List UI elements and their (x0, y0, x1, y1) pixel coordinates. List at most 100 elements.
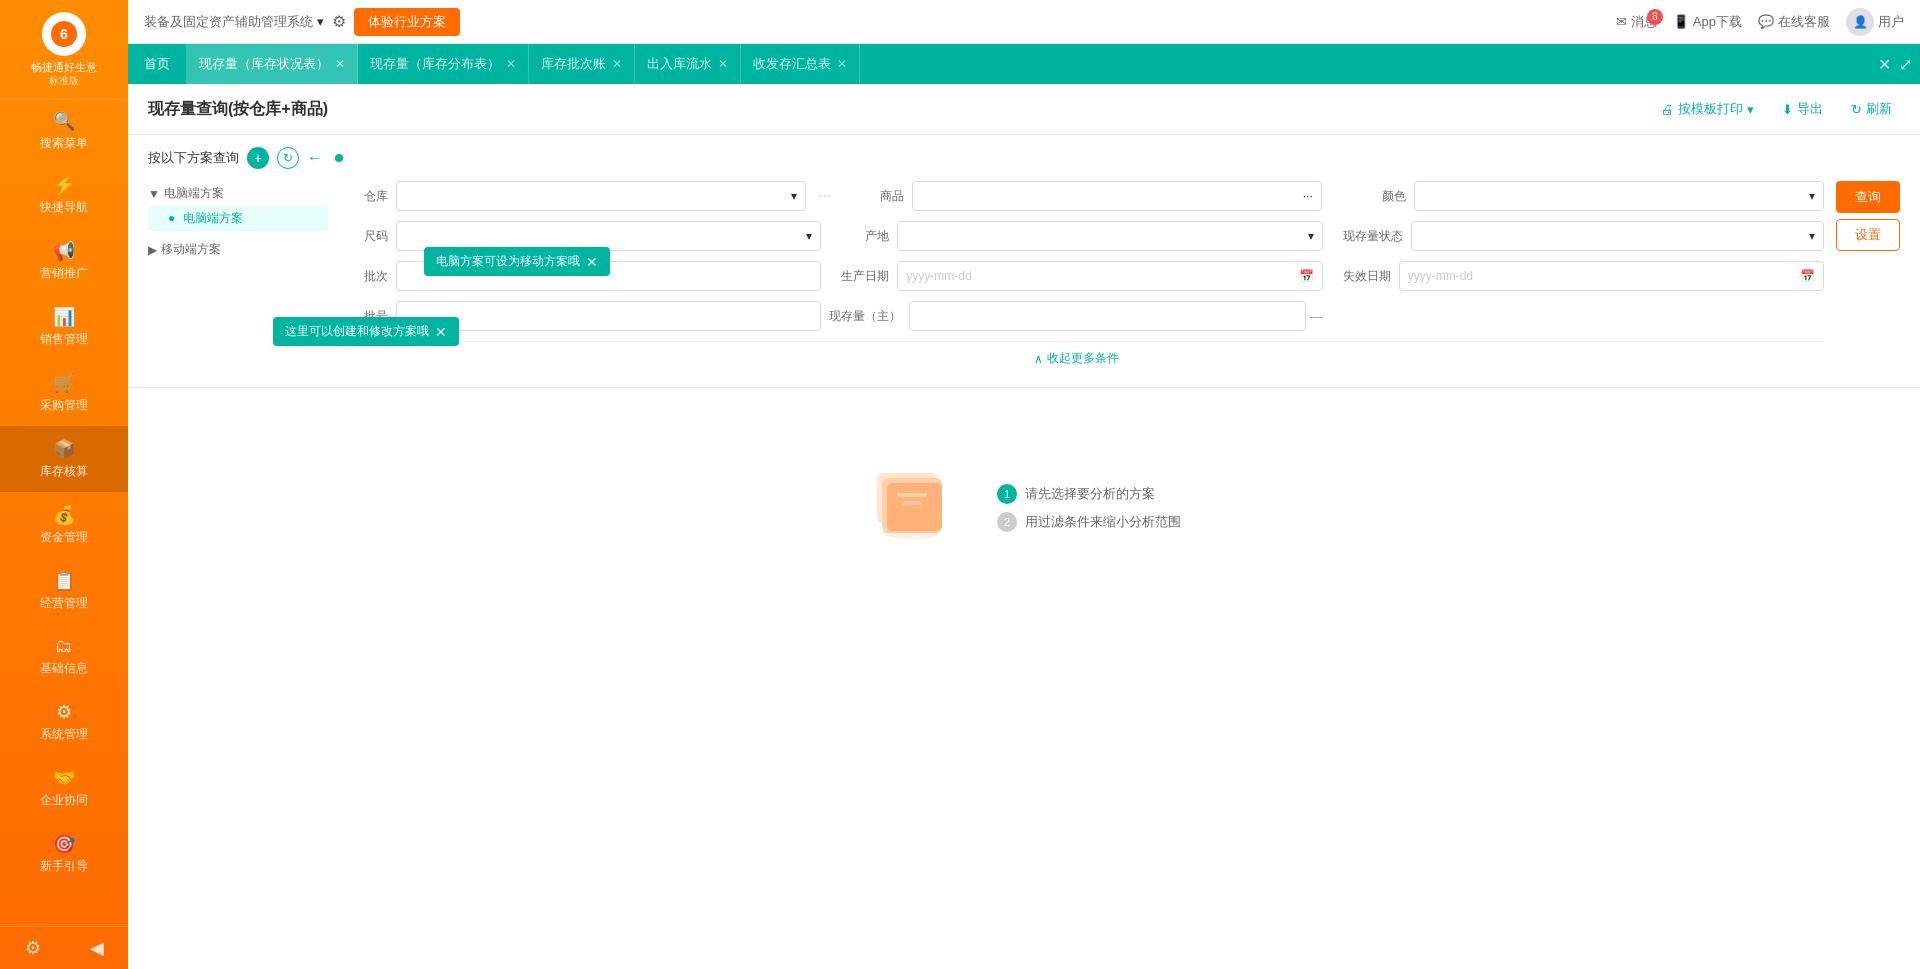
refresh-btn[interactable]: ↻ 刷新 (1843, 96, 1900, 122)
finance-icon: 💰 (53, 504, 75, 526)
settings-bottom-btn[interactable]: ⚙ (25, 937, 41, 959)
field-dots-1[interactable]: ··· (814, 187, 835, 205)
tab-close-inventory-status[interactable]: ✕ (335, 57, 345, 71)
header-settings-btn[interactable]: ⚙ (332, 12, 346, 31)
sidebar-item-search[interactable]: 🔍 搜索菜单 (0, 100, 128, 162)
origin-select[interactable]: ▾ (897, 221, 1322, 251)
page-header: 现存量查询(按仓库+商品) 🖨 按模板打印 ▾ ⬇ 导出 ↻ 刷新 (128, 84, 1920, 135)
scheme-panel: ▼ 电脑端方案 ● 电脑端方案 ▶ 移动端方案 (148, 181, 328, 268)
empty-steps: 1 请先选择要分析的方案 2 用过滤条件来缩小分析范围 (997, 484, 1181, 532)
message-badge: 8 (1647, 9, 1663, 25)
tooltip-create-close[interactable]: ✕ (435, 324, 447, 340)
app-download-btn[interactable]: 📱 App下载 (1673, 13, 1742, 31)
try-industry-btn[interactable]: 体验行业方案 (354, 8, 460, 36)
empty-step-1: 1 请先选择要分析的方案 (997, 484, 1181, 504)
svg-rect-6 (897, 493, 927, 497)
tab-inventory-dist[interactable]: 现存量（库存分布表） ✕ (358, 44, 529, 84)
tab-bar: 首页 现存量（库存状况表） ✕ 现存量（库存分布表） ✕ 库存批次账 ✕ 出入库… (128, 44, 1920, 84)
filter-row-stock-qty: 现存量（主） — (829, 301, 1322, 331)
tab-close-inventory-dist[interactable]: ✕ (506, 57, 516, 71)
filter-back-btn[interactable]: ← (307, 149, 323, 167)
filter-row-warehouse: 仓库 ▾ (328, 181, 806, 211)
tab-home[interactable]: 首页 (128, 44, 187, 84)
sidebar-item-system[interactable]: ⚙ 系统管理 (0, 689, 128, 755)
desktop-scheme-header[interactable]: ▼ 电脑端方案 (148, 181, 328, 206)
filter-add-scheme-btn[interactable]: + (247, 147, 269, 169)
sidebar-item-quick[interactable]: ⚡ 快捷导航 (0, 162, 128, 228)
calendar-icon2: 📅 (1800, 269, 1815, 283)
system-icon: ⚙ (56, 701, 72, 723)
tab-close-inout-flow[interactable]: ✕ (718, 57, 728, 71)
basic-icon: 🗂 (55, 636, 73, 657)
tab-bar-end: ✕ ⤢ (1870, 44, 1920, 84)
filter-row-goods: 商品 ··· (844, 181, 1322, 211)
quick-icon: ⚡ (53, 174, 75, 196)
desktop-scheme-item[interactable]: ● 电脑端方案 (148, 206, 328, 231)
tab-close-all-btn[interactable]: ✕ (1878, 55, 1891, 74)
app-icon: 📱 (1673, 14, 1689, 29)
tab-batch-account[interactable]: 库存批次账 ✕ (529, 44, 635, 84)
export-icon: ⬇ (1782, 102, 1793, 117)
user-menu[interactable]: 👤 用户 (1846, 8, 1904, 36)
tab-recv-summary[interactable]: 收发存汇总表 ✕ (741, 44, 860, 84)
reset-btn[interactable]: 设置 (1836, 219, 1900, 251)
search-icon: 🔍 (53, 110, 75, 132)
sidebar-item-basic[interactable]: 🗂 基础信息 (0, 624, 128, 689)
inventory-icon: 📦 (53, 438, 75, 460)
sidebar-item-guide[interactable]: 🎯 新手引导 (0, 821, 128, 887)
collapse-icon: ∧ (1034, 352, 1043, 366)
print-btn[interactable]: 🖨 按模板打印 ▾ (1653, 96, 1762, 122)
collapse-sidebar-btn[interactable]: ◀ (90, 937, 104, 959)
sidebar-bottom: ⚙ ◀ (0, 926, 128, 969)
mobile-scheme-header[interactable]: ▶ 移动端方案 (148, 237, 328, 262)
tab-close-batch-account[interactable]: ✕ (612, 57, 622, 71)
sidebar-item-operation[interactable]: 📋 经营管理 (0, 558, 128, 624)
sidebar-item-purchase[interactable]: 🛒 采购管理 (0, 360, 128, 426)
tab-inout-flow[interactable]: 出入库流水 ✕ (635, 44, 741, 84)
top-header: 装备及固定资产辅助管理系统 ▾ ⚙ 体验行业方案 ✉ 消息 8 📱 App下载 … (128, 0, 1920, 44)
avatar: 👤 (1846, 8, 1874, 36)
stock-qty-min[interactable] (909, 301, 1305, 331)
warehouse-select[interactable]: ▾ (396, 181, 806, 211)
guide-icon: 🎯 (53, 833, 75, 855)
corp-icon: 🤝 (53, 767, 75, 789)
tab-fullscreen-btn[interactable]: ⤢ (1899, 55, 1912, 74)
sidebar-item-corp[interactable]: 🤝 企业协同 (0, 755, 128, 821)
expire-date-start[interactable]: yyyy-mm-dd 📅 (1399, 261, 1824, 291)
system-dropdown[interactable]: 装备及固定资产辅助管理系统 ▾ (144, 13, 324, 31)
print-chevron-icon: ▾ (1747, 102, 1754, 117)
color-select[interactable]: ▾ (1414, 181, 1824, 211)
filter-refresh-btn[interactable]: ↻ (277, 147, 299, 169)
purchase-icon: 🛒 (53, 372, 75, 394)
goods-select[interactable]: ··· (912, 181, 1322, 211)
tab-inventory-status[interactable]: 现存量（库存状况表） ✕ (187, 44, 358, 84)
refresh-icon: ↻ (1851, 102, 1862, 117)
service-icon: 💬 (1758, 14, 1774, 29)
sidebar-item-inventory[interactable]: 📦 库存核算 (0, 426, 128, 492)
produce-date-start[interactable]: yyyy-mm-dd 📅 (897, 261, 1322, 291)
export-btn[interactable]: ⬇ 导出 (1774, 96, 1831, 122)
stock-status-chevron-icon: ▾ (1809, 229, 1815, 243)
sidebar-item-marketing[interactable]: 📢 营销推广 (0, 228, 128, 294)
message-btn[interactable]: ✉ 消息 8 (1616, 13, 1657, 31)
logo-text: 畅捷通好生意 标准版 (31, 60, 97, 87)
step-num-1: 1 (997, 484, 1017, 504)
sales-icon: 📊 (53, 306, 75, 328)
stock-status-select[interactable]: ▾ (1411, 221, 1824, 251)
step-num-2: 2 (997, 512, 1017, 532)
online-service-btn[interactable]: 💬 在线客服 (1758, 13, 1830, 31)
lot-input[interactable] (396, 301, 821, 331)
tooltip-desktop-close[interactable]: ✕ (586, 254, 598, 270)
dropdown-chevron-icon: ▾ (317, 14, 324, 29)
filter-row-origin: 产地 ▾ (829, 221, 1322, 251)
sidebar-item-finance[interactable]: 💰 资金管理 (0, 492, 128, 558)
collapse-filter-btn[interactable]: ∧ 收起更多条件 (328, 341, 1824, 375)
filter-row-produce-date: 生产日期 yyyy-mm-dd 📅 (829, 261, 1322, 291)
filter-row-color: 颜色 ▾ (1346, 181, 1824, 211)
sidebar-item-sales[interactable]: 📊 销售管理 (0, 294, 128, 360)
operation-icon: 📋 (53, 570, 75, 592)
filter-btn-group: 查询 设置 (1836, 181, 1900, 251)
filter-row-stock-status: 现存量状态 ▾ (1331, 221, 1824, 251)
tab-close-recv-summary[interactable]: ✕ (837, 57, 847, 71)
search-btn[interactable]: 查询 (1836, 181, 1900, 213)
